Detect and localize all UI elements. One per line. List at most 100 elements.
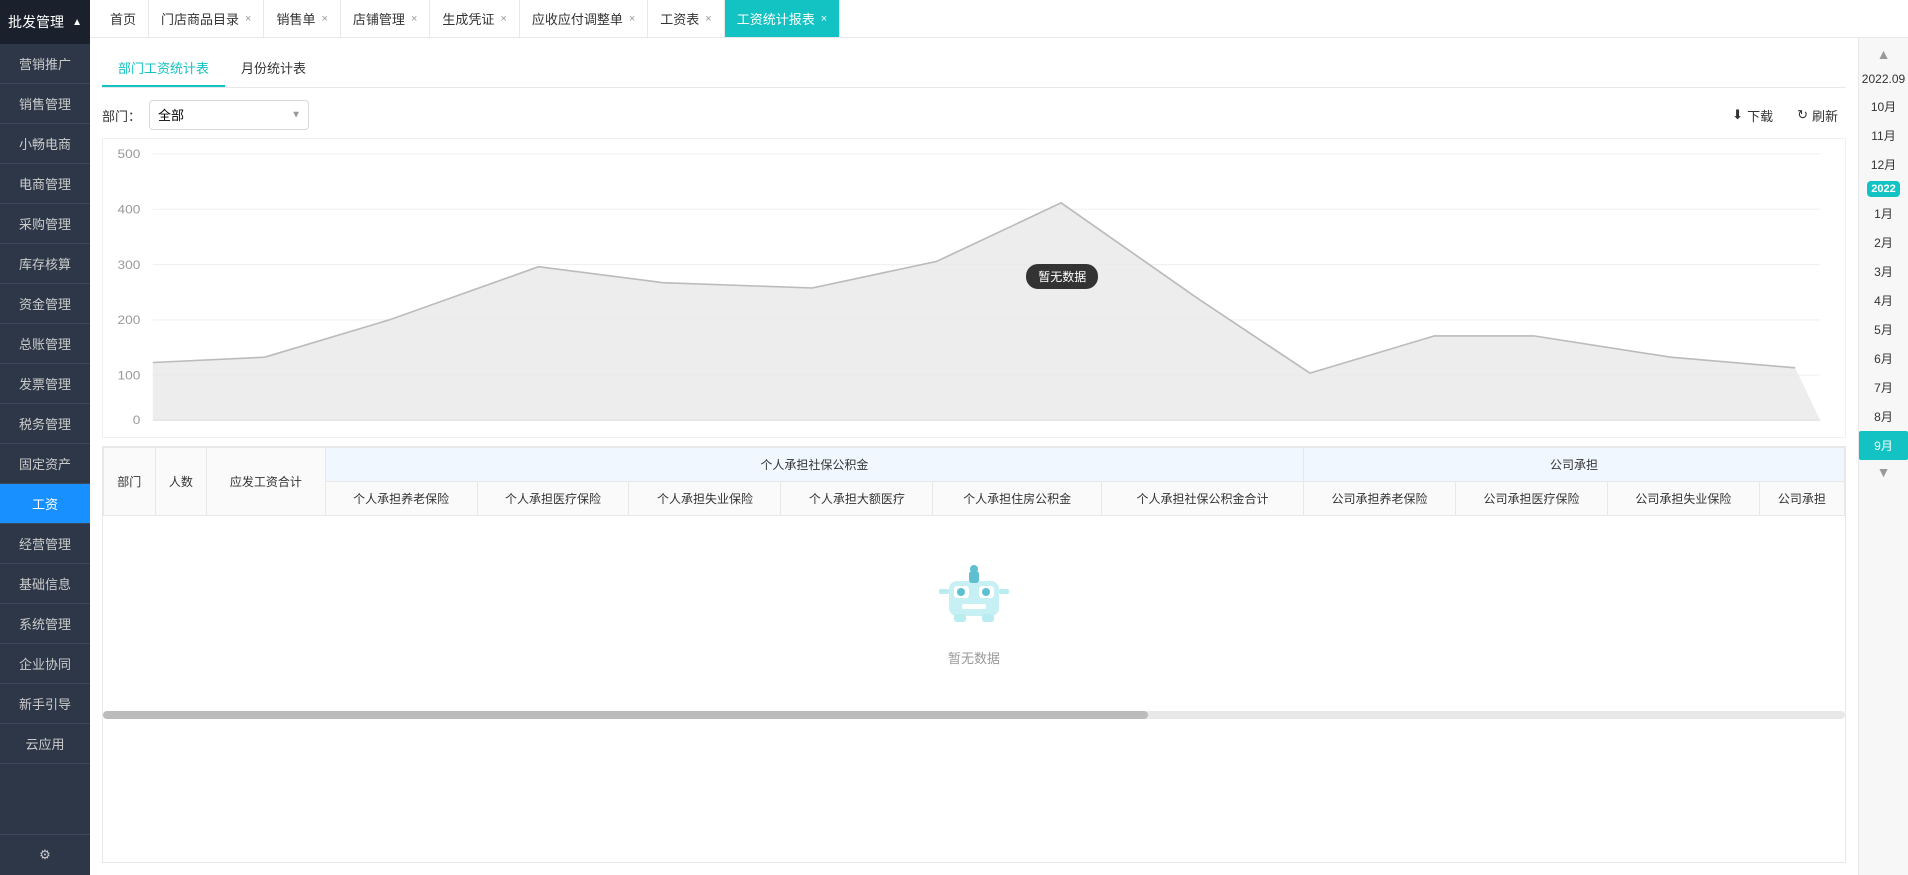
sidebar-item-guide[interactable]: 新手引导: [0, 684, 90, 724]
time-item-jun[interactable]: 6月: [1859, 344, 1908, 373]
time-item-aug[interactable]: 8月: [1859, 402, 1908, 431]
tab-close-payroll-report[interactable]: ×: [821, 13, 827, 25]
empty-text: 暂无数据: [948, 648, 1000, 667]
time-item-jul[interactable]: 7月: [1859, 373, 1908, 402]
download-label: 下载: [1747, 106, 1773, 125]
tab-payroll-report[interactable]: 工资统计报表 ×: [725, 0, 840, 38]
sidebar-item-tax[interactable]: 税务管理: [0, 404, 90, 444]
time-item-apr[interactable]: 4月: [1859, 286, 1908, 315]
tab-label-store-mgmt: 店铺管理: [353, 9, 405, 28]
sub-tab-dept[interactable]: 部门工资统计表: [102, 50, 225, 87]
sidebar-header[interactable]: 批发管理 ▲: [0, 0, 90, 44]
time-item-jan[interactable]: 1月: [1859, 199, 1908, 228]
tab-label-gen-voucher: 生成凭证: [442, 9, 494, 28]
refresh-label: 刷新: [1812, 106, 1838, 125]
col-公司承担失业保险: 公司承担失业保险: [1607, 482, 1759, 516]
tab-label-ar-ap-adj: 应收应付调整单: [532, 9, 623, 28]
svg-text:100: 100: [118, 368, 141, 382]
col-公司承担医疗保险: 公司承担医疗保险: [1456, 482, 1608, 516]
col-count: 人数: [155, 448, 207, 516]
col-公司承担养老保险: 公司承担养老保险: [1304, 482, 1456, 516]
time-year-badge[interactable]: 2022: [1867, 181, 1899, 197]
chart-tooltip: 暂无数据: [1026, 264, 1098, 289]
tab-gen-voucher[interactable]: 生成凭证 ×: [430, 0, 519, 38]
empty-state: 暂无数据: [104, 516, 1845, 707]
sidebar-item-sales[interactable]: 销售管理: [0, 84, 90, 124]
time-panel: ▲2022.0910月11月12月 2022 1月2月3月4月5月6月7月8月9月▼: [1858, 38, 1908, 875]
tab-close-payroll[interactable]: ×: [705, 13, 711, 25]
time-item-nov[interactable]: 11月: [1859, 121, 1908, 150]
sidebar-settings[interactable]: ⚙: [0, 834, 90, 875]
svg-text:400: 400: [118, 202, 141, 216]
refresh-button[interactable]: ↻ 刷新: [1789, 102, 1846, 129]
sidebar-item-marketing[interactable]: 营销推广: [0, 44, 90, 84]
sidebar: 批发管理 ▲ 营销推广销售管理小畅电商电商管理采购管理库存核算资金管理总账管理发…: [0, 0, 90, 875]
dept-select[interactable]: 全部: [149, 100, 309, 130]
sidebar-item-salary[interactable]: 工资: [0, 484, 90, 524]
col-个人承担失业保险: 个人承担失业保险: [629, 482, 781, 516]
chart-tooltip-text: 暂无数据: [1038, 270, 1086, 284]
sidebar-item-finance[interactable]: 资金管理: [0, 284, 90, 324]
sidebar-item-ecom[interactable]: 电商管理: [0, 164, 90, 204]
tab-sales-order[interactable]: 销售单 ×: [264, 0, 340, 38]
main-area: 首页门店商品目录×销售单×店铺管理×生成凭证×应收应付调整单×工资表×工资统计报…: [90, 0, 1908, 875]
toolbar: 部门： 全部 ⬇ 下载 ↻ 刷新: [102, 100, 1846, 130]
tab-bar: 首页门店商品目录×销售单×店铺管理×生成凭证×应收应付调整单×工资表×工资统计报…: [90, 0, 1908, 38]
action-buttons: ⬇ 下载 ↻ 刷新: [1724, 102, 1846, 129]
table-scrollbar-inner: [103, 711, 1148, 719]
tab-close-sales-order[interactable]: ×: [321, 13, 327, 25]
sidebar-item-operation[interactable]: 经营管理: [0, 524, 90, 564]
sidebar-item-system[interactable]: 系统管理: [0, 604, 90, 644]
data-table: 部门 人数 应发工资合计 个人承担社保公积金 公司承担 个人承担养老保险个人承担…: [103, 447, 1845, 707]
col-个人承担大额医疗: 个人承担大额医疗: [781, 482, 933, 516]
sub-tab-month[interactable]: 月份统计表: [225, 50, 322, 87]
sidebar-item-inventory[interactable]: 库存核算: [0, 244, 90, 284]
sidebar-item-assets[interactable]: 固定资产: [0, 444, 90, 484]
time-item-sep[interactable]: 9月: [1859, 431, 1908, 460]
table-container[interactable]: 部门 人数 应发工资合计 个人承担社保公积金 公司承担 个人承担养老保险个人承担…: [102, 446, 1846, 863]
page-content: 部门工资统计表月份统计表 部门： 全部 ⬇ 下载: [90, 38, 1858, 875]
tab-label-payroll-report: 工资统计报表: [737, 9, 815, 28]
tab-ar-ap-adj[interactable]: 应收应付调整单 ×: [520, 0, 648, 38]
table-scrollbar[interactable]: [103, 711, 1845, 719]
sidebar-item-invoice[interactable]: 发票管理: [0, 364, 90, 404]
time-panel-up[interactable]: ▲: [1873, 42, 1895, 66]
tab-home[interactable]: 首页: [98, 0, 149, 38]
time-panel-down[interactable]: ▼: [1873, 460, 1895, 484]
col-salary: 应发工资合计: [207, 448, 325, 516]
sidebar-item-ecom-small[interactable]: 小畅电商: [0, 124, 90, 164]
dept-selector: 部门： 全部: [102, 100, 309, 130]
download-button[interactable]: ⬇ 下载: [1724, 102, 1781, 129]
sidebar-item-collab[interactable]: 企业协同: [0, 644, 90, 684]
tab-close-store-mgmt[interactable]: ×: [411, 13, 417, 25]
empty-state-cell: 暂无数据: [104, 516, 1845, 708]
time-item-mar[interactable]: 3月: [1859, 257, 1908, 286]
tab-close-store-catalog[interactable]: ×: [245, 13, 251, 25]
refresh-icon: ↻: [1797, 107, 1808, 123]
tab-store-mgmt[interactable]: 店铺管理 ×: [341, 0, 430, 38]
svg-text:200: 200: [118, 313, 141, 327]
tab-label-sales-order: 销售单: [276, 9, 315, 28]
svg-text:500: 500: [118, 147, 141, 161]
sidebar-item-ledger[interactable]: 总账管理: [0, 324, 90, 364]
tab-label-store-catalog: 门店商品目录: [161, 9, 239, 28]
tab-payroll[interactable]: 工资表 ×: [648, 0, 724, 38]
dept-label: 部门：: [102, 106, 141, 125]
tab-close-ar-ap-adj[interactable]: ×: [629, 13, 635, 25]
col-公司承担: 公司承担: [1759, 482, 1844, 516]
time-item-oct[interactable]: 10月: [1859, 92, 1908, 121]
svg-text:300: 300: [118, 258, 141, 272]
time-item-may[interactable]: 5月: [1859, 315, 1908, 344]
col-个人承担社保公积金合计: 个人承担社保公积金合计: [1101, 482, 1303, 516]
sidebar-item-basic[interactable]: 基础信息: [0, 564, 90, 604]
tab-label-payroll: 工资表: [660, 9, 699, 28]
sidebar-item-purchase[interactable]: 采购管理: [0, 204, 90, 244]
tab-store-catalog[interactable]: 门店商品目录 ×: [149, 0, 264, 38]
time-item-feb[interactable]: 2月: [1859, 228, 1908, 257]
col-个人承担住房公积金: 个人承担住房公积金: [933, 482, 1102, 516]
tab-close-gen-voucher[interactable]: ×: [500, 13, 506, 25]
sidebar-item-cloud[interactable]: 云应用: [0, 724, 90, 764]
time-item-dec[interactable]: 12月: [1859, 150, 1908, 179]
time-item-2022-09-label[interactable]: 2022.09: [1859, 66, 1908, 92]
col-dept: 部门: [104, 448, 156, 516]
